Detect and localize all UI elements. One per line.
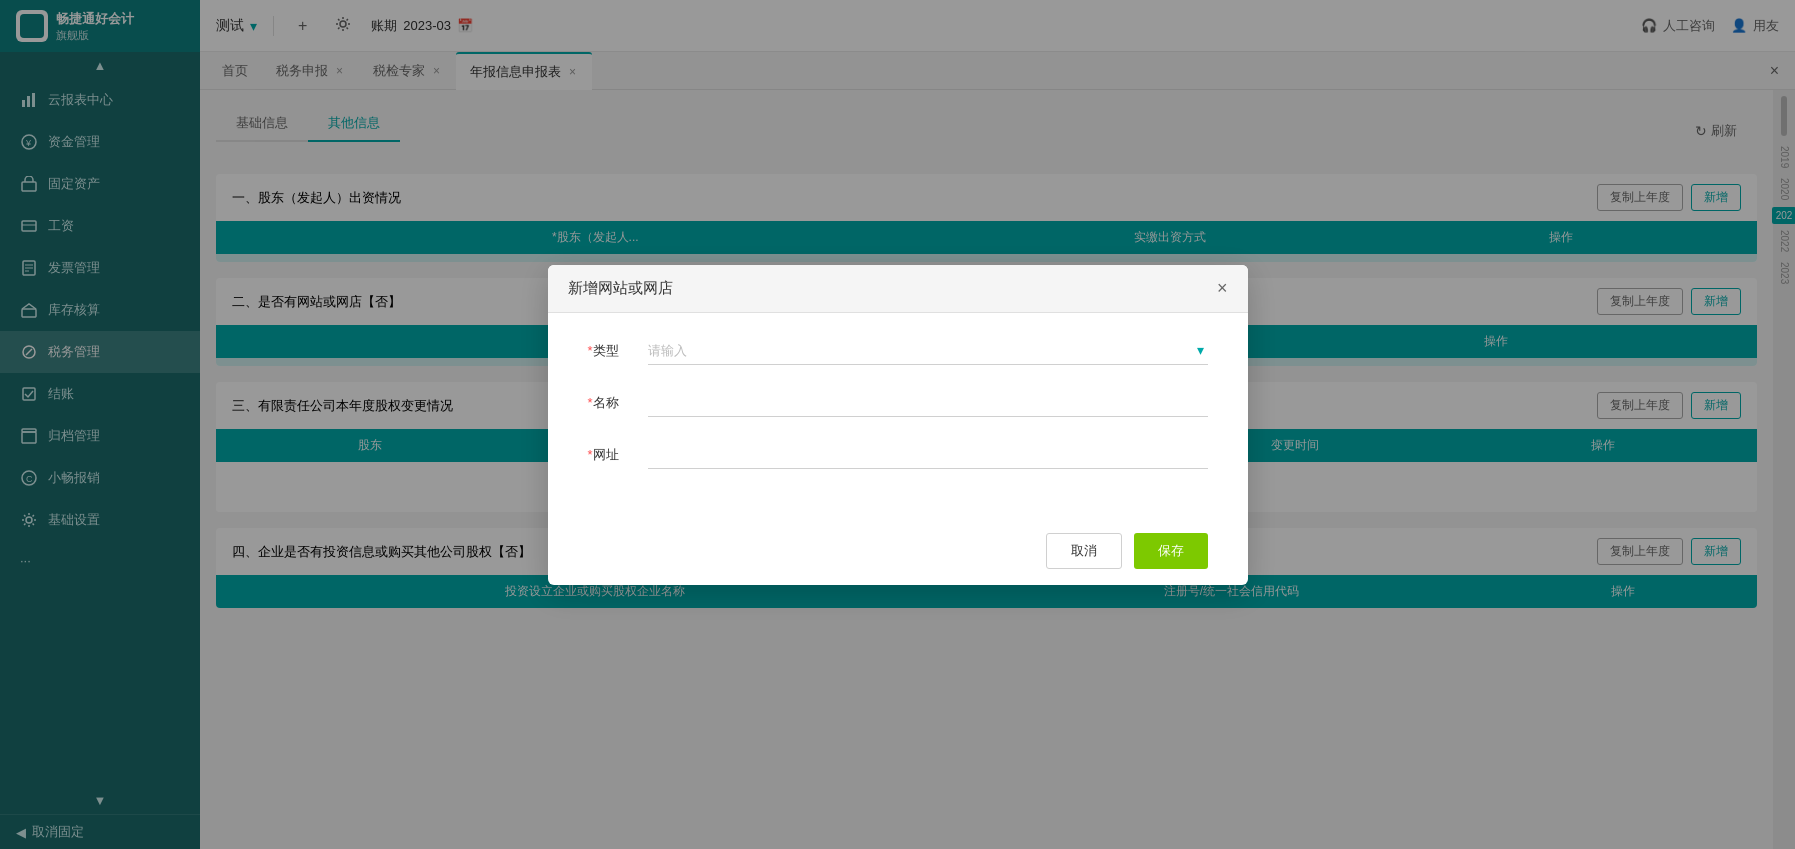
- cancel-button[interactable]: 取消: [1046, 533, 1122, 569]
- form-label-name: *名称: [588, 394, 648, 412]
- add-website-dialog: 新增网站或网店 × *类型 ▾ *名称: [548, 265, 1248, 585]
- dialog-footer: 取消 保存: [548, 517, 1248, 585]
- form-label-url: *网址: [588, 446, 648, 464]
- type-input[interactable]: [648, 337, 1208, 364]
- dialog-header: 新增网站或网店 ×: [548, 265, 1248, 313]
- form-input-wrap-name: [648, 389, 1208, 417]
- dialog-close-button[interactable]: ×: [1217, 279, 1228, 297]
- save-button[interactable]: 保存: [1134, 533, 1208, 569]
- url-input[interactable]: [648, 441, 1208, 468]
- form-field-url: *网址: [588, 441, 1208, 469]
- form-input-wrap-url: [648, 441, 1208, 469]
- name-input[interactable]: [648, 389, 1208, 416]
- form-label-type: *类型: [588, 342, 648, 360]
- dialog-body: *类型 ▾ *名称 *网址: [548, 313, 1248, 517]
- type-dropdown-icon: ▾: [1197, 342, 1204, 358]
- dialog-overlay: 新增网站或网店 × *类型 ▾ *名称: [0, 0, 1795, 849]
- form-field-type: *类型 ▾: [588, 337, 1208, 365]
- form-field-name: *名称: [588, 389, 1208, 417]
- form-input-wrap-type: ▾: [648, 337, 1208, 365]
- dialog-title: 新增网站或网店: [568, 279, 673, 298]
